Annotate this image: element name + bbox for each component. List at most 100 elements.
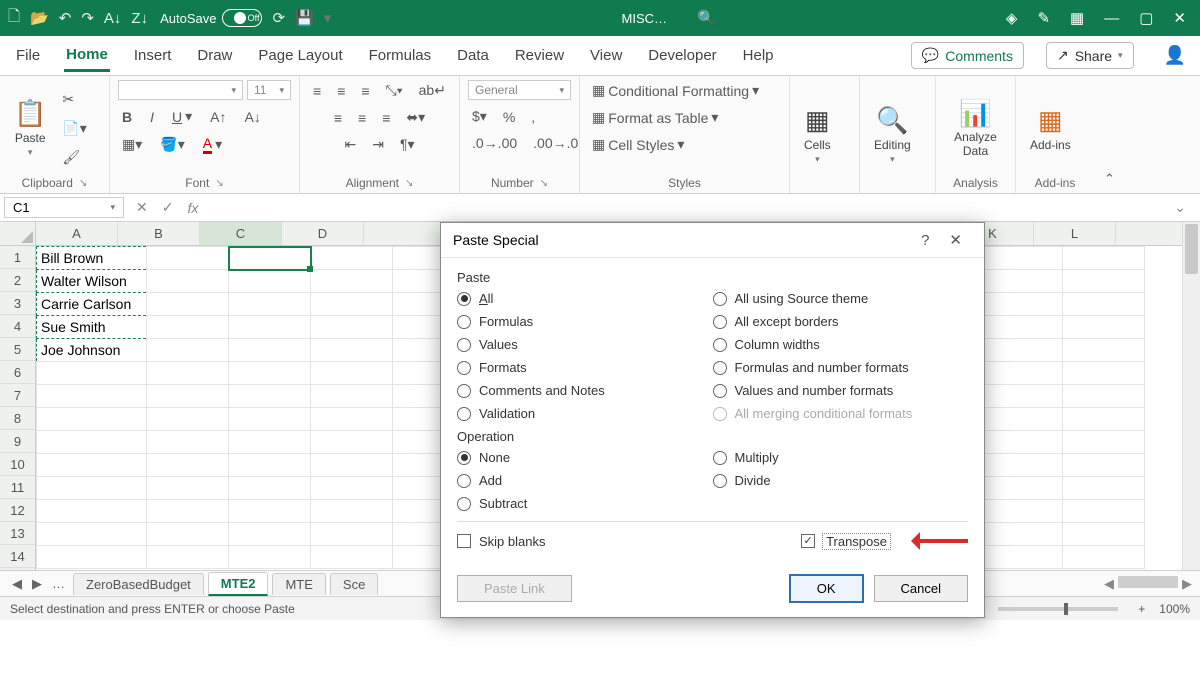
cell[interactable] <box>147 247 229 270</box>
cell[interactable] <box>1063 270 1145 293</box>
undo-icon[interactable]: ↶ <box>59 9 72 27</box>
currency-icon[interactable]: $▾ <box>468 106 491 127</box>
radio-all[interactable]: All <box>457 291 713 306</box>
tab-review[interactable]: Review <box>513 41 566 70</box>
cell[interactable] <box>37 477 147 500</box>
cell[interactable] <box>1063 385 1145 408</box>
cell-c1[interactable] <box>229 247 311 270</box>
font-launcher-icon[interactable]: ↘ <box>215 178 223 189</box>
zoom-value[interactable]: 100% <box>1159 602 1190 616</box>
sheet-nav-next-icon[interactable]: ▶ <box>28 576 46 592</box>
cells-button[interactable]: ▦Cells▾ <box>798 103 837 167</box>
expand-formula-bar-icon[interactable]: ⌄ <box>1174 199 1186 216</box>
row-12[interactable]: 12 <box>0 499 35 522</box>
search-icon[interactable]: 🔍 <box>697 9 716 27</box>
horizontal-scrollbar[interactable]: ◀▶ <box>1104 576 1192 592</box>
cell-a4[interactable]: Sue Smith <box>37 316 147 339</box>
cell[interactable] <box>1063 500 1145 523</box>
cell[interactable] <box>981 408 1063 431</box>
sheet-nav-more-icon[interactable]: … <box>48 576 69 591</box>
cell[interactable] <box>981 293 1063 316</box>
dialog-help-icon[interactable]: ? <box>911 232 939 249</box>
tab-file[interactable]: File <box>14 41 42 70</box>
pen-icon[interactable]: ✎ <box>1037 9 1050 27</box>
vertical-scrollbar[interactable] <box>1182 222 1200 570</box>
decrease-decimal-icon[interactable]: .00→.0 <box>529 133 582 153</box>
cell[interactable] <box>229 408 311 431</box>
editing-button[interactable]: 🔍Editing▾ <box>868 103 917 167</box>
cell[interactable] <box>311 477 393 500</box>
select-all-button[interactable] <box>0 222 36 246</box>
row-5[interactable]: 5 <box>0 338 35 361</box>
radio-add[interactable]: Add <box>457 473 713 488</box>
cell[interactable] <box>981 546 1063 569</box>
cell[interactable] <box>37 431 147 454</box>
cell[interactable] <box>147 454 229 477</box>
cell[interactable] <box>147 362 229 385</box>
row-11[interactable]: 11 <box>0 476 35 499</box>
decrease-indent-icon[interactable]: ⇤ <box>340 134 360 155</box>
redo-icon[interactable]: ↷ <box>81 9 94 27</box>
bold-icon[interactable]: B <box>118 106 136 127</box>
cell[interactable] <box>229 339 311 362</box>
cell[interactable] <box>147 316 229 339</box>
number-format-combo[interactable]: General▾ <box>468 80 571 100</box>
cell[interactable] <box>1063 316 1145 339</box>
cell[interactable] <box>147 293 229 316</box>
cell[interactable] <box>981 454 1063 477</box>
cell[interactable] <box>311 385 393 408</box>
cell[interactable] <box>981 385 1063 408</box>
cell[interactable] <box>981 477 1063 500</box>
cell[interactable] <box>147 385 229 408</box>
tab-insert[interactable]: Insert <box>132 41 174 70</box>
diamond-icon[interactable]: ◈ <box>1006 9 1018 27</box>
cell[interactable] <box>311 546 393 569</box>
col-blank[interactable] <box>364 222 446 245</box>
radio-col-widths[interactable]: Column widths <box>713 337 969 352</box>
copy-icon[interactable]: 📄▾ <box>58 118 90 139</box>
row-1[interactable]: 1 <box>0 246 35 269</box>
dialog-titlebar[interactable]: Paste Special ? ✕ <box>441 223 984 258</box>
cell[interactable] <box>981 523 1063 546</box>
dialog-close-icon[interactable]: ✕ <box>939 231 972 249</box>
font-size-combo[interactable]: 11▾ <box>247 80 291 100</box>
radio-validation[interactable]: Validation <box>457 406 713 421</box>
tab-page-layout[interactable]: Page Layout <box>256 41 344 70</box>
cell[interactable] <box>37 362 147 385</box>
cell[interactable] <box>1063 454 1145 477</box>
col-l[interactable]: L <box>1034 222 1116 245</box>
cell[interactable] <box>1063 362 1145 385</box>
cell[interactable] <box>37 523 147 546</box>
cell[interactable] <box>311 431 393 454</box>
cell[interactable] <box>147 546 229 569</box>
row-8[interactable]: 8 <box>0 407 35 430</box>
cell[interactable] <box>311 500 393 523</box>
italic-icon[interactable]: I <box>146 106 158 127</box>
orientation-icon[interactable]: ⤡▾ <box>382 80 407 101</box>
share-button[interactable]: ↗ Share ▾ <box>1046 42 1134 69</box>
cell[interactable] <box>981 316 1063 339</box>
fx-icon[interactable]: fx <box>187 200 198 216</box>
format-painter-icon[interactable]: 🖌 <box>58 147 90 168</box>
cell[interactable] <box>229 385 311 408</box>
row-9[interactable]: 9 <box>0 430 35 453</box>
tab-help[interactable]: Help <box>741 41 776 70</box>
radio-subtract[interactable]: Subtract <box>457 496 713 511</box>
cell[interactable] <box>37 546 147 569</box>
tab-home[interactable]: Home <box>64 40 110 72</box>
row-4[interactable]: 4 <box>0 315 35 338</box>
radio-comments[interactable]: Comments and Notes <box>457 383 713 398</box>
radio-none[interactable]: None <box>457 450 713 465</box>
cell[interactable] <box>981 431 1063 454</box>
col-c[interactable]: C <box>200 222 282 245</box>
autosave-toggle[interactable]: AutoSave Off <box>160 9 262 27</box>
cell[interactable] <box>229 270 311 293</box>
row-7[interactable]: 7 <box>0 384 35 407</box>
check-transpose[interactable]: Transpose <box>801 534 890 549</box>
cell[interactable] <box>981 362 1063 385</box>
align-bottom-icon[interactable]: ≡ <box>357 80 373 101</box>
ok-button[interactable]: OK <box>789 574 864 603</box>
cell[interactable] <box>311 247 393 270</box>
cell[interactable] <box>1063 431 1145 454</box>
number-launcher-icon[interactable]: ↘ <box>540 178 548 189</box>
